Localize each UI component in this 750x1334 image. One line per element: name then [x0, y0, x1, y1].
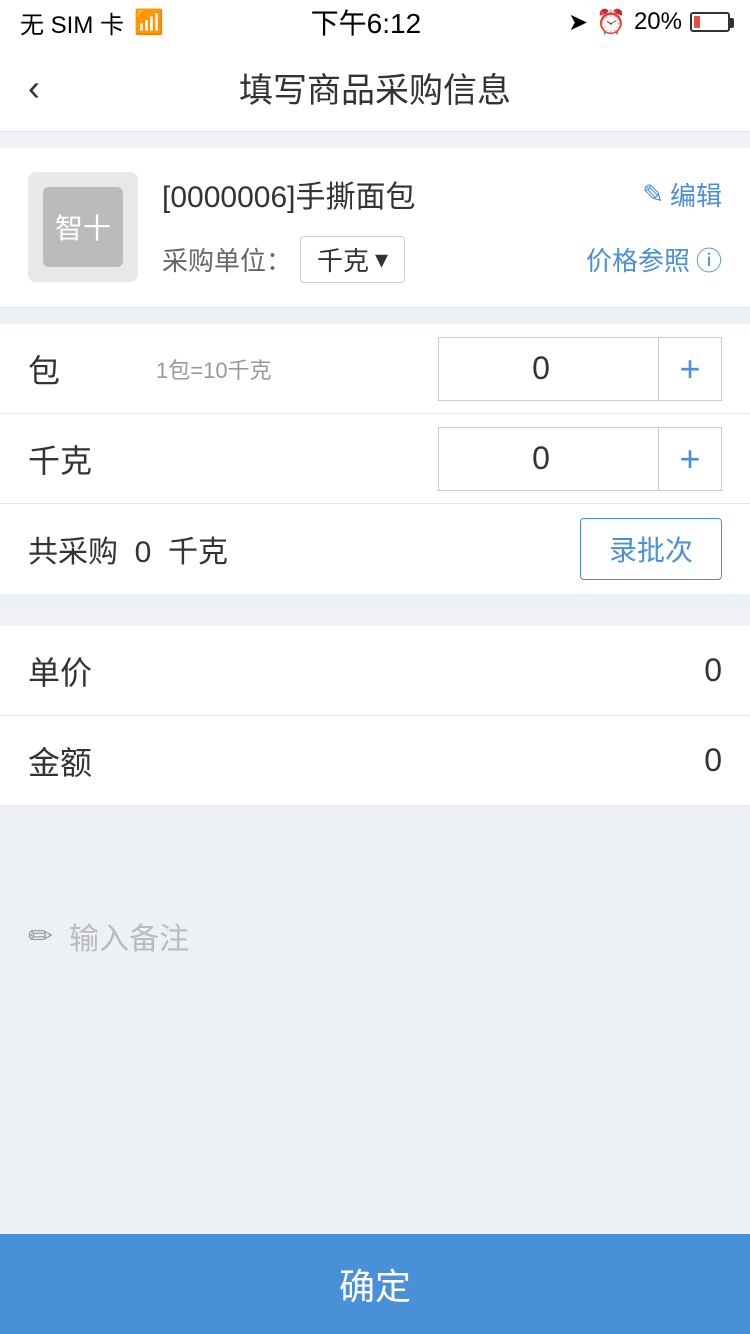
- edit-label: 编辑: [670, 176, 722, 213]
- kg-row: 千克 +: [0, 414, 750, 504]
- unit-value: 千克: [317, 241, 369, 278]
- bao-sub-label: 1包=10千克: [156, 353, 272, 385]
- bao-plus-button[interactable]: +: [658, 337, 722, 401]
- summary-prefix: 共采购: [28, 536, 118, 569]
- pencil-icon: ✏: [28, 919, 53, 954]
- form-section: 包 1包=10千克 + 千克 +: [0, 324, 750, 504]
- wifi-icon: 📶: [134, 8, 164, 37]
- product-info: [0000006]手撕面包 ✎ 编辑 采购单位： 千克 ▾ 价格参照 ⓘ: [162, 172, 722, 283]
- edit-button[interactable]: ✎ 编辑: [642, 176, 722, 213]
- nav-bar: ‹ 填写商品采购信息: [0, 44, 750, 132]
- bao-label: 包: [28, 346, 148, 392]
- bao-row: 包 1包=10千克 +: [0, 324, 750, 414]
- purchase-unit-row: 采购单位： 千克 ▾ 价格参照 ⓘ: [162, 236, 722, 283]
- unit-selector-group: 采购单位： 千克 ▾: [162, 236, 405, 283]
- product-card: 智十 [0000006]手撕面包 ✎ 编辑 采购单位： 千克 ▾ 价格参照 ⓘ: [0, 148, 750, 308]
- battery-icon: [690, 12, 730, 32]
- summary-amount: 0: [135, 536, 152, 569]
- spacer: [0, 1066, 750, 1234]
- summary-row: 共采购 0 千克 录批次: [0, 504, 750, 594]
- product-name: [0000006]手撕面包: [162, 172, 415, 216]
- unit-price-value: 0: [704, 652, 722, 689]
- battery-percent: 20%: [634, 8, 682, 36]
- summary-unit: 千克: [168, 536, 228, 569]
- purchase-unit-label: 采购单位：: [162, 241, 292, 278]
- edit-icon: ✎: [642, 179, 664, 210]
- product-logo: 智十: [43, 187, 123, 267]
- help-icon: ⓘ: [696, 241, 722, 278]
- record-batch-button[interactable]: 录批次: [580, 518, 722, 580]
- amount-value: 0: [704, 742, 722, 779]
- price-ref-label: 价格参照: [586, 241, 690, 278]
- unit-price-row: 单价 0: [0, 626, 750, 716]
- alarm-icon: ⏰: [596, 8, 626, 37]
- summary-text: 共采购 0 千克: [28, 527, 228, 571]
- status-bar: 无 SIM 卡 📶 下午6:12 ➤ ⏰ 20%: [0, 0, 750, 44]
- kg-label: 千克: [28, 436, 148, 482]
- location-icon: ➤: [568, 8, 588, 37]
- unit-price-label: 单价: [28, 648, 92, 694]
- sim-status: 无 SIM 卡: [20, 5, 124, 40]
- back-button[interactable]: ‹: [28, 67, 40, 109]
- bao-input[interactable]: [438, 337, 658, 401]
- divider-2: [0, 594, 750, 610]
- bao-input-group: +: [272, 337, 722, 401]
- divider-1: [0, 308, 750, 324]
- product-image: 智十: [28, 172, 138, 282]
- amount-row: 金额 0: [0, 716, 750, 806]
- status-left: 无 SIM 卡 📶: [20, 5, 164, 40]
- dropdown-arrow-icon: ▾: [375, 244, 388, 275]
- kg-plus-button[interactable]: +: [658, 427, 722, 491]
- page-title: 填写商品采购信息: [239, 63, 511, 112]
- product-name-row: [0000006]手撕面包 ✎ 编辑: [162, 172, 722, 216]
- amount-label: 金额: [28, 738, 92, 784]
- kg-input[interactable]: [438, 427, 658, 491]
- kg-input-group: +: [148, 427, 722, 491]
- status-right: ➤ ⏰ 20%: [568, 8, 730, 37]
- notes-section[interactable]: ✏ 输入备注: [0, 806, 750, 1066]
- unit-select-dropdown[interactable]: 千克 ▾: [300, 236, 405, 283]
- notes-placeholder: 输入备注: [69, 914, 189, 958]
- confirm-button[interactable]: 确定: [0, 1234, 750, 1334]
- status-time: 下午6:12: [311, 2, 422, 42]
- price-ref-button[interactable]: 价格参照 ⓘ: [586, 241, 722, 278]
- price-section: 单价 0 金额 0: [0, 626, 750, 806]
